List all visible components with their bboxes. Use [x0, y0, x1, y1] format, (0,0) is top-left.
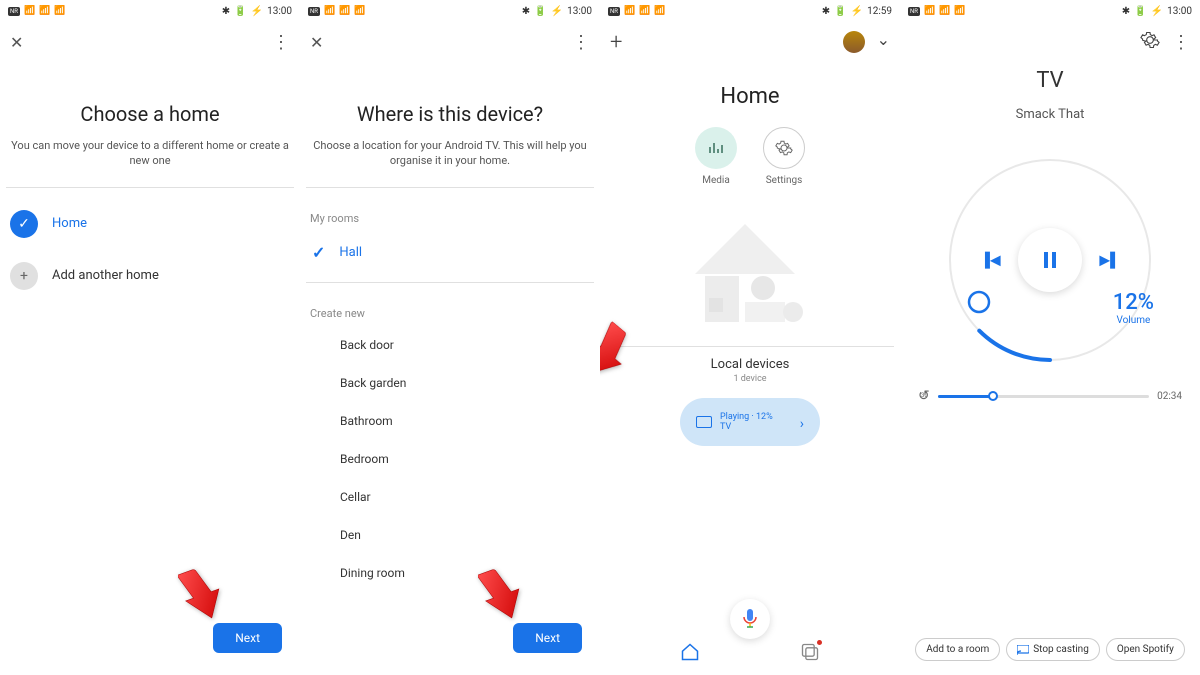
close-icon[interactable] [310, 33, 323, 52]
page-title: Where is this device? [300, 62, 600, 138]
track-title: Smack That [900, 107, 1200, 122]
create-new-label: Create new [300, 293, 600, 326]
player-title: TV [900, 68, 1200, 93]
page-title: Choose a home [0, 62, 300, 138]
stop-casting-chip[interactable]: Stop casting [1006, 638, 1100, 661]
more-icon[interactable] [1172, 32, 1190, 53]
my-rooms-label: My rooms [300, 198, 600, 231]
room-option[interactable]: Dining room [300, 554, 600, 592]
settings-button[interactable] [763, 127, 805, 169]
status-bar: NR📶📶📶 ✱🔋⚡13:00 [0, 0, 300, 22]
avatar[interactable] [843, 31, 865, 53]
hero-illustration [600, 204, 900, 324]
home-option-label: Home [52, 216, 87, 231]
room-option[interactable]: Back garden [300, 364, 600, 402]
settings-label: Settings [766, 175, 803, 186]
room-option[interactable]: Cellar [300, 478, 600, 516]
pause-button[interactable] [1018, 228, 1082, 292]
media-label: Media [702, 175, 730, 186]
arrow-callout [178, 569, 220, 621]
add-home-option[interactable]: + Add another home [0, 250, 300, 302]
add-to-room-chip[interactable]: Add to a room [915, 638, 1000, 661]
status-time: 12:59 [867, 6, 892, 17]
room-option[interactable]: Den [300, 516, 600, 554]
chevron-right-icon [800, 413, 804, 432]
gear-icon[interactable] [1140, 30, 1160, 54]
cast-icon [696, 416, 712, 428]
nav-home-icon[interactable] [680, 642, 700, 666]
room-option[interactable]: Bedroom [300, 440, 600, 478]
skip-next-icon[interactable]: ▶▌ [1099, 252, 1120, 269]
check-icon: ✓ [10, 210, 38, 238]
open-spotify-chip[interactable]: Open Spotify [1106, 638, 1185, 661]
status-bar: NR📶📶📶 ✱🔋⚡12:59 [600, 0, 900, 22]
check-icon [312, 243, 325, 262]
home-option[interactable]: ✓ Home [0, 198, 300, 250]
device-status: Playing · 12% [720, 412, 792, 422]
room-option[interactable]: Back door [300, 326, 600, 364]
status-bar: NR📶📶📶 ✱🔋⚡13:00 [300, 0, 600, 22]
more-icon[interactable] [272, 32, 290, 53]
local-devices-header: Local devices [600, 357, 900, 372]
hall-label: Hall [339, 245, 362, 260]
page-subtitle: You can move your device to a different … [0, 138, 300, 187]
local-devices-sub: 1 device [600, 374, 900, 384]
volume-dial[interactable]: ▐◀ ▶▌ 12% Volume [940, 150, 1160, 370]
add-icon[interactable] [610, 30, 622, 55]
hall-option[interactable]: Hall [300, 231, 600, 274]
page-subtitle: Choose a location for your Android TV. T… [300, 138, 600, 187]
duration-label: 02:34 [1157, 391, 1182, 402]
close-icon[interactable] [10, 33, 23, 52]
next-button[interactable]: Next [513, 623, 582, 653]
room-option[interactable]: Bathroom [300, 402, 600, 440]
status-bar: NR📶📶📶 ✱🔋⚡13:00 [900, 0, 1200, 22]
device-card-tv[interactable]: Playing · 12% TV [680, 398, 820, 446]
device-name: TV [720, 422, 792, 432]
chevron-down-icon[interactable] [877, 33, 890, 52]
nav-activity-icon[interactable] [800, 642, 820, 666]
skip-previous-icon[interactable]: ▐◀ [980, 252, 1001, 269]
media-button[interactable] [695, 127, 737, 169]
home-title: Home [600, 62, 900, 127]
status-time: 13:00 [267, 6, 292, 17]
progress-slider[interactable] [938, 395, 1149, 398]
status-time: 13:00 [1167, 6, 1192, 17]
next-button[interactable]: Next [213, 623, 282, 653]
add-home-label: Add another home [52, 268, 159, 283]
volume-readout: 12% Volume [1113, 290, 1154, 326]
more-icon[interactable] [572, 32, 590, 53]
status-time: 13:00 [567, 6, 592, 17]
plus-icon: + [10, 262, 38, 290]
replay-30-icon[interactable]: ↺ [918, 388, 930, 404]
